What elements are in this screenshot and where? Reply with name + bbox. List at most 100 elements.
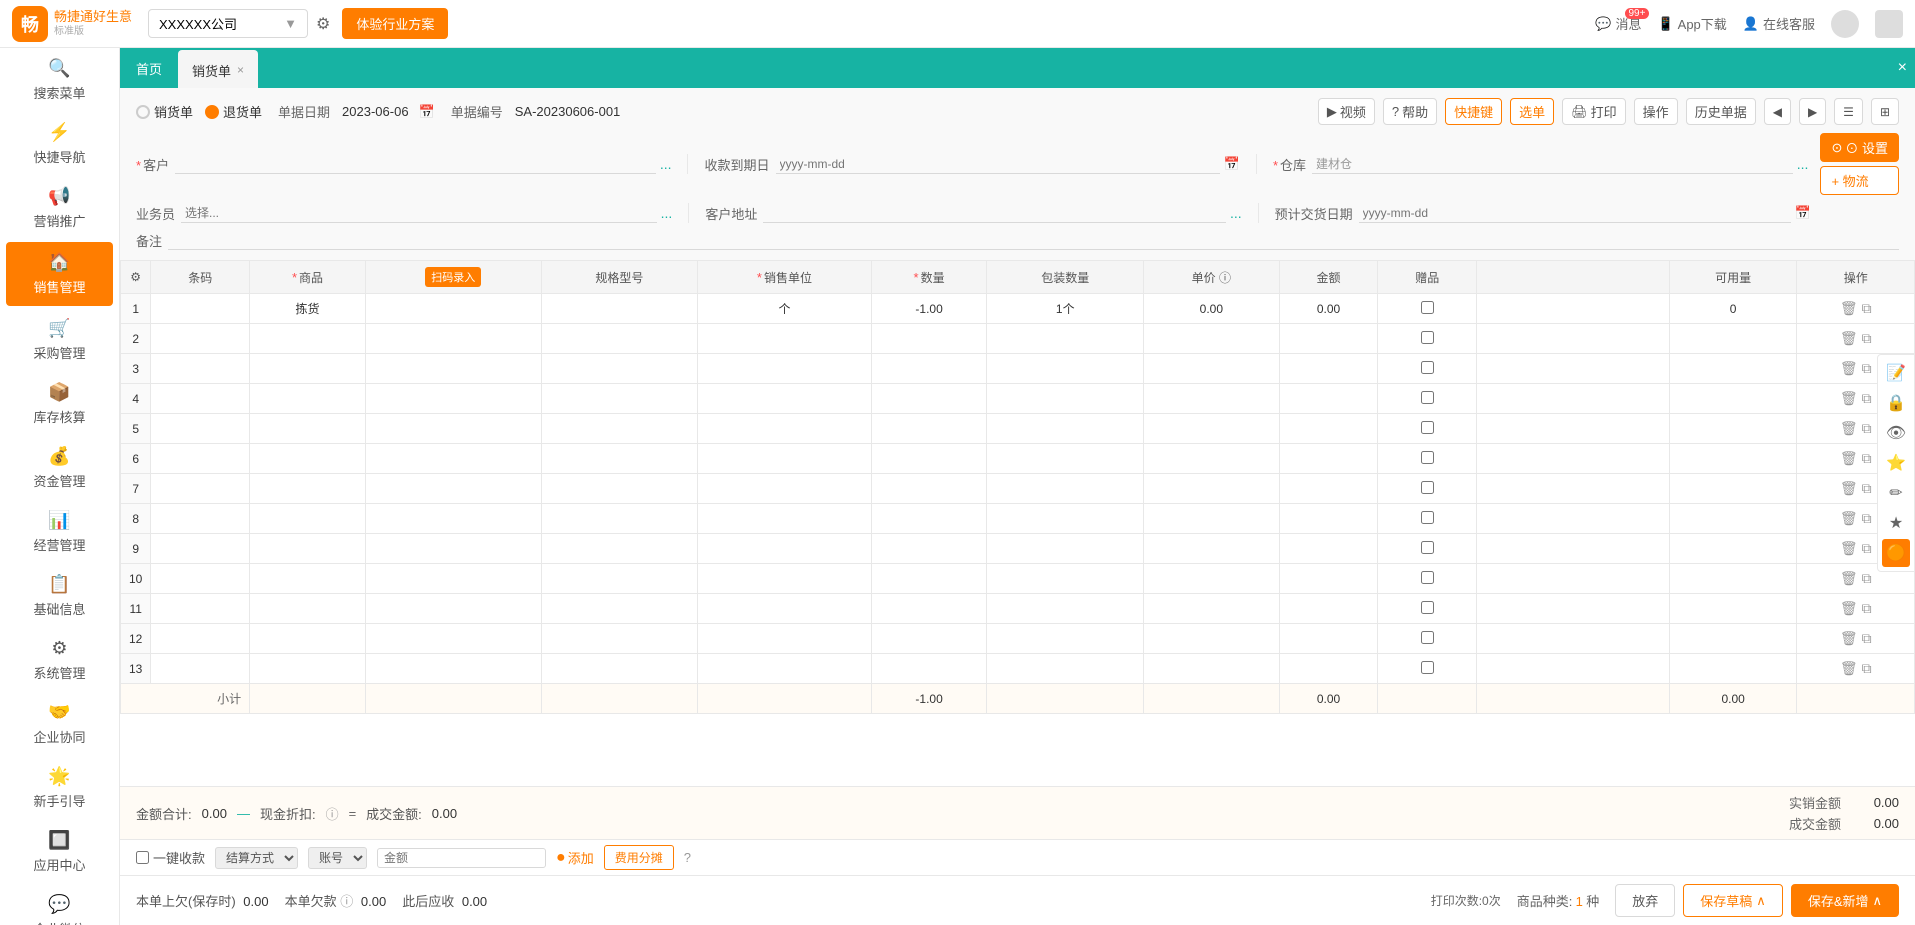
cell-product[interactable] xyxy=(250,534,366,564)
radio-return-order[interactable]: 退货单 xyxy=(205,102,262,121)
cell-amount[interactable] xyxy=(1279,474,1378,504)
cell-unit-price[interactable] xyxy=(1144,444,1280,474)
cell-quantity[interactable]: -1.00 xyxy=(871,294,987,324)
cell-quantity[interactable] xyxy=(871,324,987,354)
delete-row-button[interactable]: 🗑 xyxy=(1840,600,1858,617)
tab-bar-close-icon[interactable]: × xyxy=(1898,59,1907,77)
cell-gift[interactable] xyxy=(1378,504,1477,534)
sidebar-item-operations[interactable]: 📊 经营管理 xyxy=(0,500,119,564)
delete-row-button[interactable]: 🗑 xyxy=(1840,330,1858,347)
copy-row-button[interactable]: ⧉ xyxy=(1862,390,1872,407)
delete-row-button[interactable]: 🗑 xyxy=(1840,360,1858,377)
customer-dots-icon[interactable]: ... xyxy=(660,156,672,172)
amount-input[interactable] xyxy=(377,848,546,868)
sidebar-item-purchase[interactable]: 🛒 采购管理 xyxy=(0,308,119,372)
expense-split-button[interactable]: 费用分摊 xyxy=(604,845,674,870)
list-view-btn[interactable]: ☰ xyxy=(1834,98,1863,125)
delivery-calendar-icon[interactable]: 📅 xyxy=(1795,205,1811,221)
add-payment-button[interactable]: ● 添加 xyxy=(556,848,594,867)
copy-row-button[interactable]: ⧉ xyxy=(1862,480,1872,497)
cell-unit-price[interactable] xyxy=(1144,654,1280,684)
cell-barcode[interactable] xyxy=(151,534,250,564)
cell-spec[interactable] xyxy=(541,474,698,504)
sidebar-item-quick-nav[interactable]: ⚡ 快捷导航 xyxy=(0,112,119,176)
cell-amount[interactable] xyxy=(1279,654,1378,684)
cell-unit[interactable] xyxy=(698,504,872,534)
cell-spec[interactable] xyxy=(541,384,698,414)
cell-quantity[interactable] xyxy=(871,354,987,384)
cell-product[interactable] xyxy=(250,384,366,414)
cell-unit[interactable] xyxy=(698,414,872,444)
radio-sales-order[interactable]: 销货单 xyxy=(136,102,193,121)
customer-address-dots-icon[interactable]: ... xyxy=(1230,205,1242,221)
sidebar-item-cooperation[interactable]: 🤝 企业协同 xyxy=(0,692,119,756)
copy-row-button[interactable]: ⧉ xyxy=(1862,330,1872,347)
cell-gift[interactable] xyxy=(1378,564,1477,594)
gift-checkbox[interactable] xyxy=(1421,361,1434,374)
right-tool-4[interactable]: ⭐ xyxy=(1882,449,1910,477)
tab-close-icon[interactable]: × xyxy=(237,63,244,77)
gift-checkbox[interactable] xyxy=(1421,421,1434,434)
copy-row-button[interactable]: ⧉ xyxy=(1862,510,1872,527)
cell-amount[interactable] xyxy=(1279,504,1378,534)
trial-button[interactable]: 体验行业方案 xyxy=(342,8,448,39)
cell-spec[interactable] xyxy=(541,654,698,684)
gift-checkbox[interactable] xyxy=(1421,301,1434,314)
account-select[interactable]: 账号 xyxy=(308,847,367,869)
print-btn[interactable]: 🖨 打印 xyxy=(1562,98,1626,125)
cell-gift[interactable] xyxy=(1378,354,1477,384)
salesperson-input[interactable] xyxy=(181,204,657,223)
settlement-method-select[interactable]: 结算方式 xyxy=(215,847,298,869)
right-tool-3[interactable]: 👁 xyxy=(1882,419,1910,447)
col-settings-header[interactable]: ⚙ xyxy=(121,261,151,294)
gift-checkbox[interactable] xyxy=(1421,511,1434,524)
cell-unit-price[interactable]: 0.00 xyxy=(1144,294,1280,324)
date-value[interactable]: 2023-06-06 xyxy=(342,104,409,119)
operate-btn[interactable]: 操作 xyxy=(1634,98,1678,125)
cell-amount[interactable] xyxy=(1279,384,1378,414)
cell-product[interactable] xyxy=(250,324,366,354)
sidebar-item-inventory[interactable]: 📦 库存核算 xyxy=(0,372,119,436)
message-button[interactable]: 💬 消息 99+ xyxy=(1595,14,1641,33)
sidebar-item-wechat[interactable]: 💬 企业微信 xyxy=(0,884,119,925)
cell-pack-qty[interactable]: 1个 xyxy=(987,294,1144,324)
help-circle-icon[interactable]: ⓘ xyxy=(326,804,339,823)
cell-quantity[interactable] xyxy=(871,504,987,534)
copy-row-button[interactable]: ⧉ xyxy=(1862,600,1872,617)
cell-pack-qty[interactable] xyxy=(987,504,1144,534)
delete-row-button[interactable]: 🗑 xyxy=(1840,540,1858,557)
cell-spec[interactable] xyxy=(541,534,698,564)
cell-barcode[interactable] xyxy=(151,324,250,354)
cell-quantity[interactable] xyxy=(871,384,987,414)
cell-amount[interactable] xyxy=(1279,354,1378,384)
history-btn[interactable]: 历史单据 xyxy=(1686,98,1756,125)
gift-checkbox[interactable] xyxy=(1421,571,1434,584)
cell-spec[interactable] xyxy=(541,624,698,654)
cell-unit-price[interactable] xyxy=(1144,354,1280,384)
save-draft-button[interactable]: 保存草稿 ∧ xyxy=(1683,884,1783,917)
delete-row-button[interactable]: 🗑 xyxy=(1840,450,1858,467)
cell-gift[interactable] xyxy=(1378,294,1477,324)
cell-unit[interactable] xyxy=(698,474,872,504)
notes-input[interactable] xyxy=(168,231,1899,250)
cell-barcode[interactable] xyxy=(151,354,250,384)
copy-row-button[interactable]: ⧉ xyxy=(1862,540,1872,557)
help-btn[interactable]: ? 帮助 xyxy=(1383,98,1437,125)
cell-quantity[interactable] xyxy=(871,624,987,654)
online-support-button[interactable]: 👤 在线客服 xyxy=(1743,14,1815,33)
cell-quantity[interactable] xyxy=(871,594,987,624)
cell-pack-qty[interactable] xyxy=(987,624,1144,654)
cell-product[interactable] xyxy=(250,564,366,594)
cell-spec[interactable] xyxy=(541,504,698,534)
cell-pack-qty[interactable] xyxy=(987,444,1144,474)
gift-checkbox[interactable] xyxy=(1421,391,1434,404)
help-icon2[interactable]: ⓘ xyxy=(340,894,353,909)
sidebar-item-sales[interactable]: 🏠 销售管理 xyxy=(6,242,113,306)
sidebar-item-system[interactable]: ⚙ 系统管理 xyxy=(0,628,119,692)
one-click-checkbox[interactable] xyxy=(136,851,149,864)
cell-unit-price[interactable] xyxy=(1144,384,1280,414)
right-tool-6[interactable]: ★ xyxy=(1882,509,1910,537)
sidebar-item-app-center[interactable]: 🔲 应用中心 xyxy=(0,820,119,884)
cell-barcode[interactable] xyxy=(151,474,250,504)
cell-quantity[interactable] xyxy=(871,474,987,504)
